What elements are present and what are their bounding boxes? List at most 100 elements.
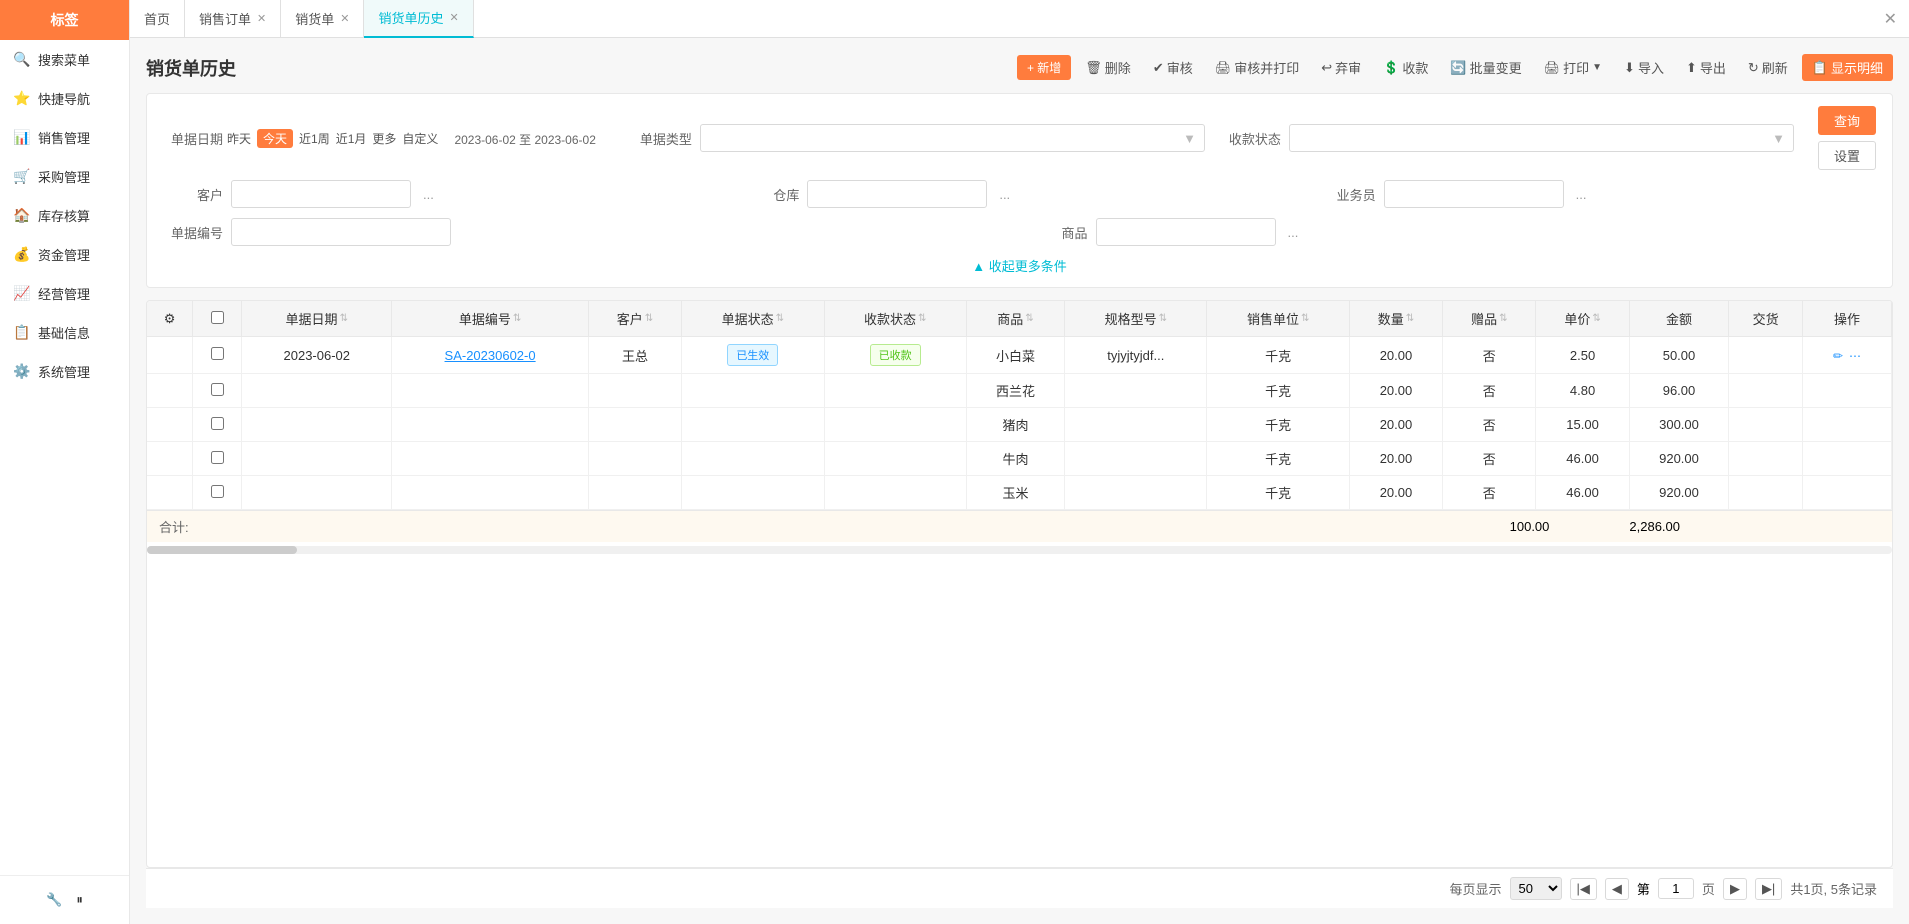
export-button[interactable]: ⬆ 导出: [1678, 54, 1734, 81]
cell-checkbox[interactable]: [193, 374, 242, 408]
sort-qty-icon[interactable]: ⇅: [1406, 313, 1414, 324]
audit-print-button[interactable]: 🖨 审核并打印: [1207, 54, 1308, 81]
sidebar-item-search-menu[interactable]: 🔍 搜索菜单: [0, 40, 129, 79]
toolbar: + 新增 🗑 删除 ✔ 审核 🖨 审核并打印 ↩ 弃审: [1017, 54, 1893, 81]
table-container: ⚙ 单据日期 ⇅ 单据编号: [146, 300, 1893, 868]
cell-checkbox[interactable]: [193, 337, 242, 374]
close-all-tabs-button[interactable]: ✕: [1872, 9, 1909, 29]
sort-spec-icon[interactable]: ⇅: [1159, 313, 1167, 324]
customer-input[interactable]: [231, 180, 411, 208]
filter-collapse-button[interactable]: ▲ 收起更多条件: [163, 256, 1876, 275]
next-page-button[interactable]: ▶: [1723, 878, 1747, 900]
cell-checkbox[interactable]: [193, 476, 242, 510]
last-page-button[interactable]: ▶|: [1755, 878, 1782, 900]
tab-sales-goods[interactable]: 销货单 ✕: [281, 0, 364, 38]
select-all-checkbox[interactable]: [211, 311, 224, 324]
sidebar-item-label: 搜索菜单: [38, 50, 90, 69]
warehouse-input[interactable]: [807, 180, 987, 208]
cell-customer: [588, 476, 681, 510]
summary-label: 合计:: [159, 517, 189, 536]
goods-dots[interactable]: ...: [1288, 225, 1299, 240]
sort-doc-no-icon[interactable]: ⇅: [513, 313, 521, 324]
sort-goods-icon[interactable]: ⇅: [1025, 313, 1033, 324]
collapse-arrow-icon: ▲: [972, 259, 988, 274]
cell-checkbox[interactable]: [193, 442, 242, 476]
page-number-input[interactable]: [1658, 878, 1694, 899]
goods-input[interactable]: [1096, 218, 1276, 246]
first-page-button[interactable]: |◀: [1570, 878, 1597, 900]
sort-collect-status-icon[interactable]: ⇅: [918, 313, 926, 324]
doc-no-input[interactable]: [231, 218, 451, 246]
salesperson-dots[interactable]: ...: [1576, 187, 1587, 202]
tab-home[interactable]: 首页: [130, 0, 185, 38]
new-button[interactable]: + 新增: [1017, 55, 1071, 80]
tab-sales-history[interactable]: 销货单历史 ✕: [364, 0, 473, 38]
th-gear[interactable]: ⚙: [147, 301, 193, 337]
date-shortcut-yesterday[interactable]: 昨天: [227, 130, 251, 147]
sidebar-item-basic-info[interactable]: 📋 基础信息: [0, 313, 129, 352]
print-button[interactable]: 🖨 打印 ▼: [1536, 54, 1610, 81]
sidebar-item-label: 基础信息: [38, 323, 90, 342]
cell-gear: [147, 476, 193, 510]
discard-button[interactable]: ↩ 弃审: [1313, 54, 1369, 81]
sidebar-item-sys-mgmt[interactable]: ⚙️ 系统管理: [0, 352, 129, 391]
sort-price-icon[interactable]: ⇅: [1592, 313, 1600, 324]
date-shortcut-today[interactable]: 今天: [257, 129, 293, 148]
warehouse-dots[interactable]: ...: [999, 187, 1010, 202]
sidebar-item-finance-mgmt[interactable]: 💰 资金管理: [0, 235, 129, 274]
refresh-button[interactable]: ↻ 刷新: [1740, 54, 1796, 81]
column-gear-icon[interactable]: ⚙: [164, 311, 176, 326]
edit-button[interactable]: ✏: [1830, 349, 1846, 363]
collect-status-select[interactable]: ▼: [1289, 124, 1794, 152]
sidebar-item-purchase-mgmt[interactable]: 🛒 采购管理: [0, 157, 129, 196]
horizontal-scrollbar[interactable]: [147, 546, 1892, 554]
sort-unit-icon[interactable]: ⇅: [1301, 313, 1309, 324]
collect-button[interactable]: 💲 收款: [1375, 54, 1436, 81]
prev-page-button[interactable]: ◀: [1605, 878, 1629, 900]
sidebar-item-ops-mgmt[interactable]: 📈 经营管理: [0, 274, 129, 313]
date-shortcut-custom[interactable]: 自定义: [402, 130, 438, 147]
cell-doc-status: [682, 408, 824, 442]
cell-transaction: [1729, 337, 1803, 374]
customer-dots[interactable]: ...: [423, 187, 434, 202]
import-button[interactable]: ⬇ 导入: [1616, 54, 1672, 81]
sort-doc-status-icon[interactable]: ⇅: [776, 313, 784, 324]
th-gift: 赠品 ⇅: [1443, 301, 1536, 337]
page-size-select[interactable]: 50 100 200: [1510, 877, 1562, 900]
date-shortcut-more[interactable]: 更多: [372, 130, 396, 147]
settings-icon[interactable]: 🔧: [46, 892, 62, 908]
sidebar-item-inventory[interactable]: 🏠 库存核算: [0, 196, 129, 235]
sort-gift-icon[interactable]: ⇅: [1499, 313, 1507, 324]
th-checkbox[interactable]: [193, 301, 242, 337]
pause-icon[interactable]: ⏸: [76, 892, 83, 908]
batch-change-button[interactable]: 🔄 批量变更: [1442, 54, 1529, 81]
show-detail-button[interactable]: 📋 显示明细: [1802, 54, 1893, 81]
sidebar-item-sales-mgmt[interactable]: 📊 销售管理: [0, 118, 129, 157]
sort-customer-icon[interactable]: ⇅: [645, 313, 653, 324]
cell-doc-status: 已生效: [682, 337, 824, 374]
cell-checkbox[interactable]: [193, 408, 242, 442]
th-doc-status: 单据状态 ⇅: [682, 301, 824, 337]
tab-sales-order-label: 销售订单: [199, 9, 251, 28]
tab-bar: 首页 销售订单 ✕ 销货单 ✕ 销货单历史 ✕ ✕: [130, 0, 1909, 38]
page-unit: 页: [1702, 879, 1715, 898]
scrollbar-thumb[interactable]: [147, 546, 297, 554]
audit-button[interactable]: ✔ 审核: [1145, 54, 1201, 81]
close-sales-order-icon[interactable]: ✕: [257, 12, 266, 25]
date-range-text: 2023-06-02 至 2023-06-02: [454, 131, 595, 148]
sort-doc-date-icon[interactable]: ⇅: [340, 313, 348, 324]
sidebar-item-label: 销售管理: [38, 128, 90, 147]
salesperson-input[interactable]: [1384, 180, 1564, 208]
more-action-button[interactable]: ⋯: [1846, 349, 1864, 363]
collapse-label: 收起更多条件: [989, 259, 1067, 274]
date-shortcut-month[interactable]: 近1月: [336, 130, 367, 147]
date-shortcut-week[interactable]: 近1周: [299, 130, 330, 147]
close-sales-history-icon[interactable]: ✕: [450, 11, 459, 24]
query-button[interactable]: 查询: [1818, 106, 1876, 135]
delete-button[interactable]: 🗑 删除: [1077, 54, 1139, 81]
sidebar-item-quick-nav[interactable]: ⭐ 快捷导航: [0, 79, 129, 118]
doc-type-select[interactable]: ▼: [700, 124, 1205, 152]
set-button[interactable]: 设置: [1818, 141, 1876, 170]
close-sales-goods-icon[interactable]: ✕: [340, 12, 349, 25]
tab-sales-order[interactable]: 销售订单 ✕: [185, 0, 281, 38]
